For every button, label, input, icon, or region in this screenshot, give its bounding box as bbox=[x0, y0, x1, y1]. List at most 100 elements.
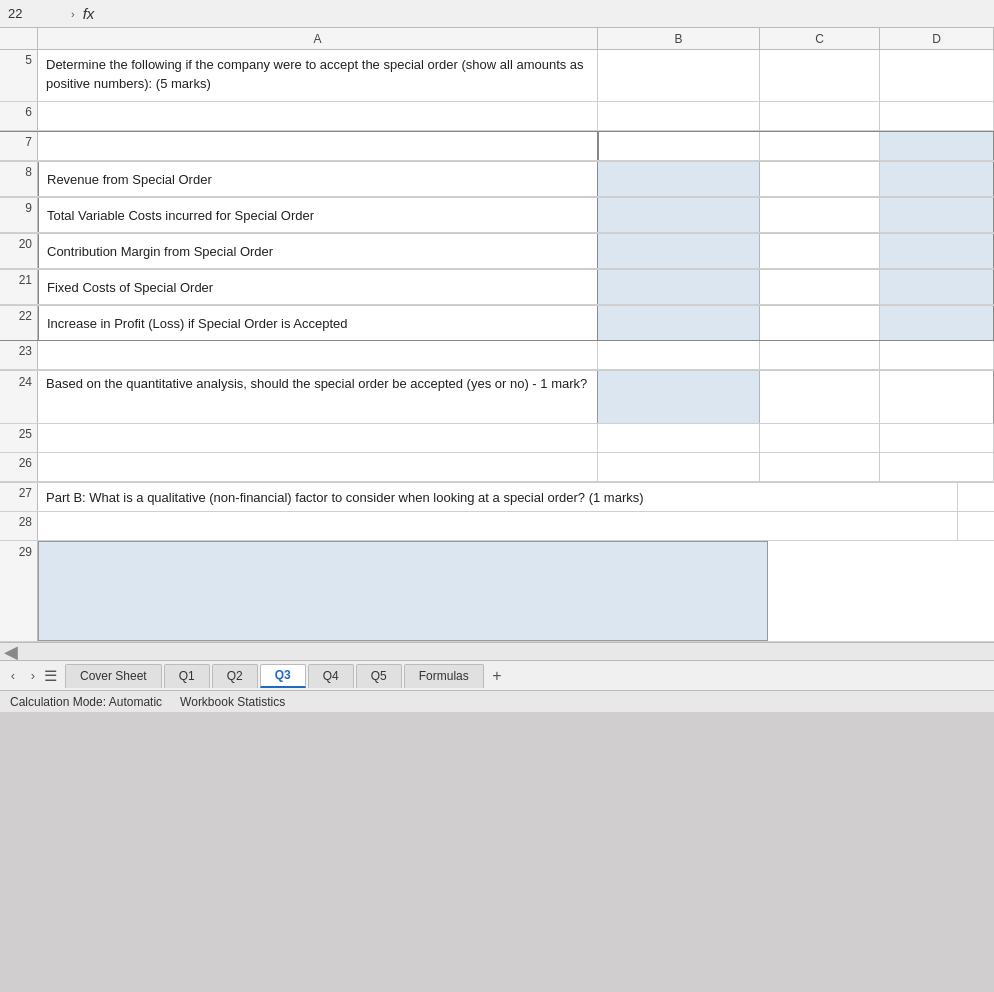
tab-q5[interactable]: Q5 bbox=[356, 664, 402, 688]
cell-b18-answer[interactable] bbox=[598, 162, 760, 196]
cell-c16[interactable] bbox=[760, 102, 880, 130]
cell-a17[interactable] bbox=[38, 132, 598, 160]
tab-q3[interactable]: Q3 bbox=[260, 664, 306, 688]
row-number: 5 bbox=[0, 50, 38, 101]
table-row: 20 Contribution Margin from Special Orde… bbox=[0, 233, 994, 269]
tab-nav-right-icon[interactable]: › bbox=[24, 667, 42, 685]
dropdown-chevron-icon[interactable]: › bbox=[71, 8, 75, 20]
cell-c22[interactable] bbox=[760, 306, 880, 340]
calc-mode-label: Calculation Mode: Automatic bbox=[10, 695, 162, 709]
cell-d24[interactable] bbox=[880, 371, 994, 423]
tab-q2[interactable]: Q2 bbox=[212, 664, 258, 688]
cell-b17[interactable] bbox=[598, 132, 760, 160]
cell-d19[interactable] bbox=[880, 198, 994, 232]
cell-a29-answer[interactable] bbox=[38, 541, 768, 641]
cell-c15[interactable] bbox=[760, 50, 880, 101]
cell-b15[interactable] bbox=[598, 50, 760, 101]
tab-formulas[interactable]: Formulas bbox=[404, 664, 484, 688]
cell-b20-answer[interactable] bbox=[598, 234, 760, 268]
cell-d16[interactable] bbox=[880, 102, 994, 130]
table-row: 21 Fixed Costs of Special Order bbox=[0, 269, 994, 305]
tab-q5-label: Q5 bbox=[371, 669, 387, 683]
col-header-b: B bbox=[598, 28, 760, 49]
table-row: 27 Part B: What is a qualitative (non-fi… bbox=[0, 482, 994, 512]
table-row: 29 bbox=[0, 541, 994, 642]
row-number: 28 bbox=[0, 512, 38, 540]
row-number: 29 bbox=[0, 541, 38, 641]
table-row: 9 Total Variable Costs incurred for Spec… bbox=[0, 197, 994, 233]
tab-q2-label: Q2 bbox=[227, 669, 243, 683]
table-row: 22 Increase in Profit (Loss) if Special … bbox=[0, 305, 994, 341]
cell-d22[interactable] bbox=[880, 306, 994, 340]
cell-d18[interactable] bbox=[880, 162, 994, 196]
cell-a27-label: Part B: What is a qualitative (non-finan… bbox=[38, 483, 958, 511]
cell-d26[interactable] bbox=[880, 453, 994, 481]
cell-b25[interactable] bbox=[598, 424, 760, 452]
row-number: 24 bbox=[0, 371, 38, 423]
cell-b23[interactable] bbox=[598, 341, 760, 369]
cell-d15[interactable] bbox=[880, 50, 994, 101]
status-bar: Calculation Mode: Automatic Workbook Sta… bbox=[0, 690, 994, 712]
cell-b26[interactable] bbox=[598, 453, 760, 481]
cell-a26[interactable] bbox=[38, 453, 598, 481]
cell-a24-label: Based on the quantitative analysis, shou… bbox=[38, 371, 598, 423]
table-row: 8 Revenue from Special Order bbox=[0, 161, 994, 197]
tab-menu-icon[interactable]: ☰ bbox=[44, 667, 57, 685]
horizontal-scrollbar[interactable]: ◀ bbox=[0, 642, 994, 660]
col-header-d: D bbox=[880, 28, 994, 49]
table-row: 5 Determine the following if the company… bbox=[0, 50, 994, 102]
cell-c21[interactable] bbox=[760, 270, 880, 304]
cell-d17[interactable] bbox=[880, 132, 994, 160]
cell-d20[interactable] bbox=[880, 234, 994, 268]
cell-b24-answer[interactable] bbox=[598, 371, 760, 423]
row-num-spacer bbox=[0, 28, 38, 49]
cell-b22-answer[interactable] bbox=[598, 306, 760, 340]
cell-a23[interactable] bbox=[38, 341, 598, 369]
cell-c17[interactable] bbox=[760, 132, 880, 160]
cell-a20-label: Contribution Margin from Special Order bbox=[38, 234, 598, 268]
cell-c24[interactable] bbox=[760, 371, 880, 423]
cell-c18[interactable] bbox=[760, 162, 880, 196]
instruction-text: Determine the following if the company w… bbox=[38, 50, 598, 101]
tab-q1-label: Q1 bbox=[179, 669, 195, 683]
cell-a25[interactable] bbox=[38, 424, 598, 452]
row-number: 22 bbox=[0, 306, 38, 340]
cell-c25[interactable] bbox=[760, 424, 880, 452]
cell-b19-answer[interactable] bbox=[598, 198, 760, 232]
table-row: 7 bbox=[0, 131, 994, 161]
tab-formulas-label: Formulas bbox=[419, 669, 469, 683]
tab-q1[interactable]: Q1 bbox=[164, 664, 210, 688]
fx-icon: fx bbox=[83, 5, 95, 22]
cell-d25[interactable] bbox=[880, 424, 994, 452]
tab-nav-left-icon[interactable]: ‹ bbox=[4, 667, 22, 685]
tab-cover-sheet[interactable]: Cover Sheet bbox=[65, 664, 162, 688]
column-headers: A B C D bbox=[0, 28, 994, 50]
row-number: 23 bbox=[0, 341, 38, 369]
cell-c19[interactable] bbox=[760, 198, 880, 232]
row-number: 9 bbox=[0, 198, 38, 232]
table-row: 25 bbox=[0, 424, 994, 453]
cell-b21-answer[interactable] bbox=[598, 270, 760, 304]
cell-a16[interactable] bbox=[38, 102, 598, 130]
cell-c26[interactable] bbox=[760, 453, 880, 481]
cell-d23[interactable] bbox=[880, 341, 994, 369]
formula-bar: 22 › fx bbox=[0, 0, 994, 28]
cell-c23[interactable] bbox=[760, 341, 880, 369]
scroll-left-icon[interactable]: ◀ bbox=[4, 641, 18, 663]
add-sheet-button[interactable]: + bbox=[486, 665, 508, 687]
col-header-c: C bbox=[760, 28, 880, 49]
cell-c20[interactable] bbox=[760, 234, 880, 268]
cell-b16[interactable] bbox=[598, 102, 760, 130]
row-number: 20 bbox=[0, 234, 38, 268]
row-number: 27 bbox=[0, 483, 38, 511]
workbook-stats-link[interactable]: Workbook Statistics bbox=[180, 695, 285, 709]
row-number: 26 bbox=[0, 453, 38, 481]
row-number: 21 bbox=[0, 270, 38, 304]
tab-q3-label: Q3 bbox=[275, 668, 291, 682]
table-row: 6 bbox=[0, 102, 994, 131]
cell-d21[interactable] bbox=[880, 270, 994, 304]
tab-q4[interactable]: Q4 bbox=[308, 664, 354, 688]
cell-a28[interactable] bbox=[38, 512, 958, 540]
table-row: 24 Based on the quantitative analysis, s… bbox=[0, 370, 994, 424]
table-row: 26 bbox=[0, 453, 994, 482]
